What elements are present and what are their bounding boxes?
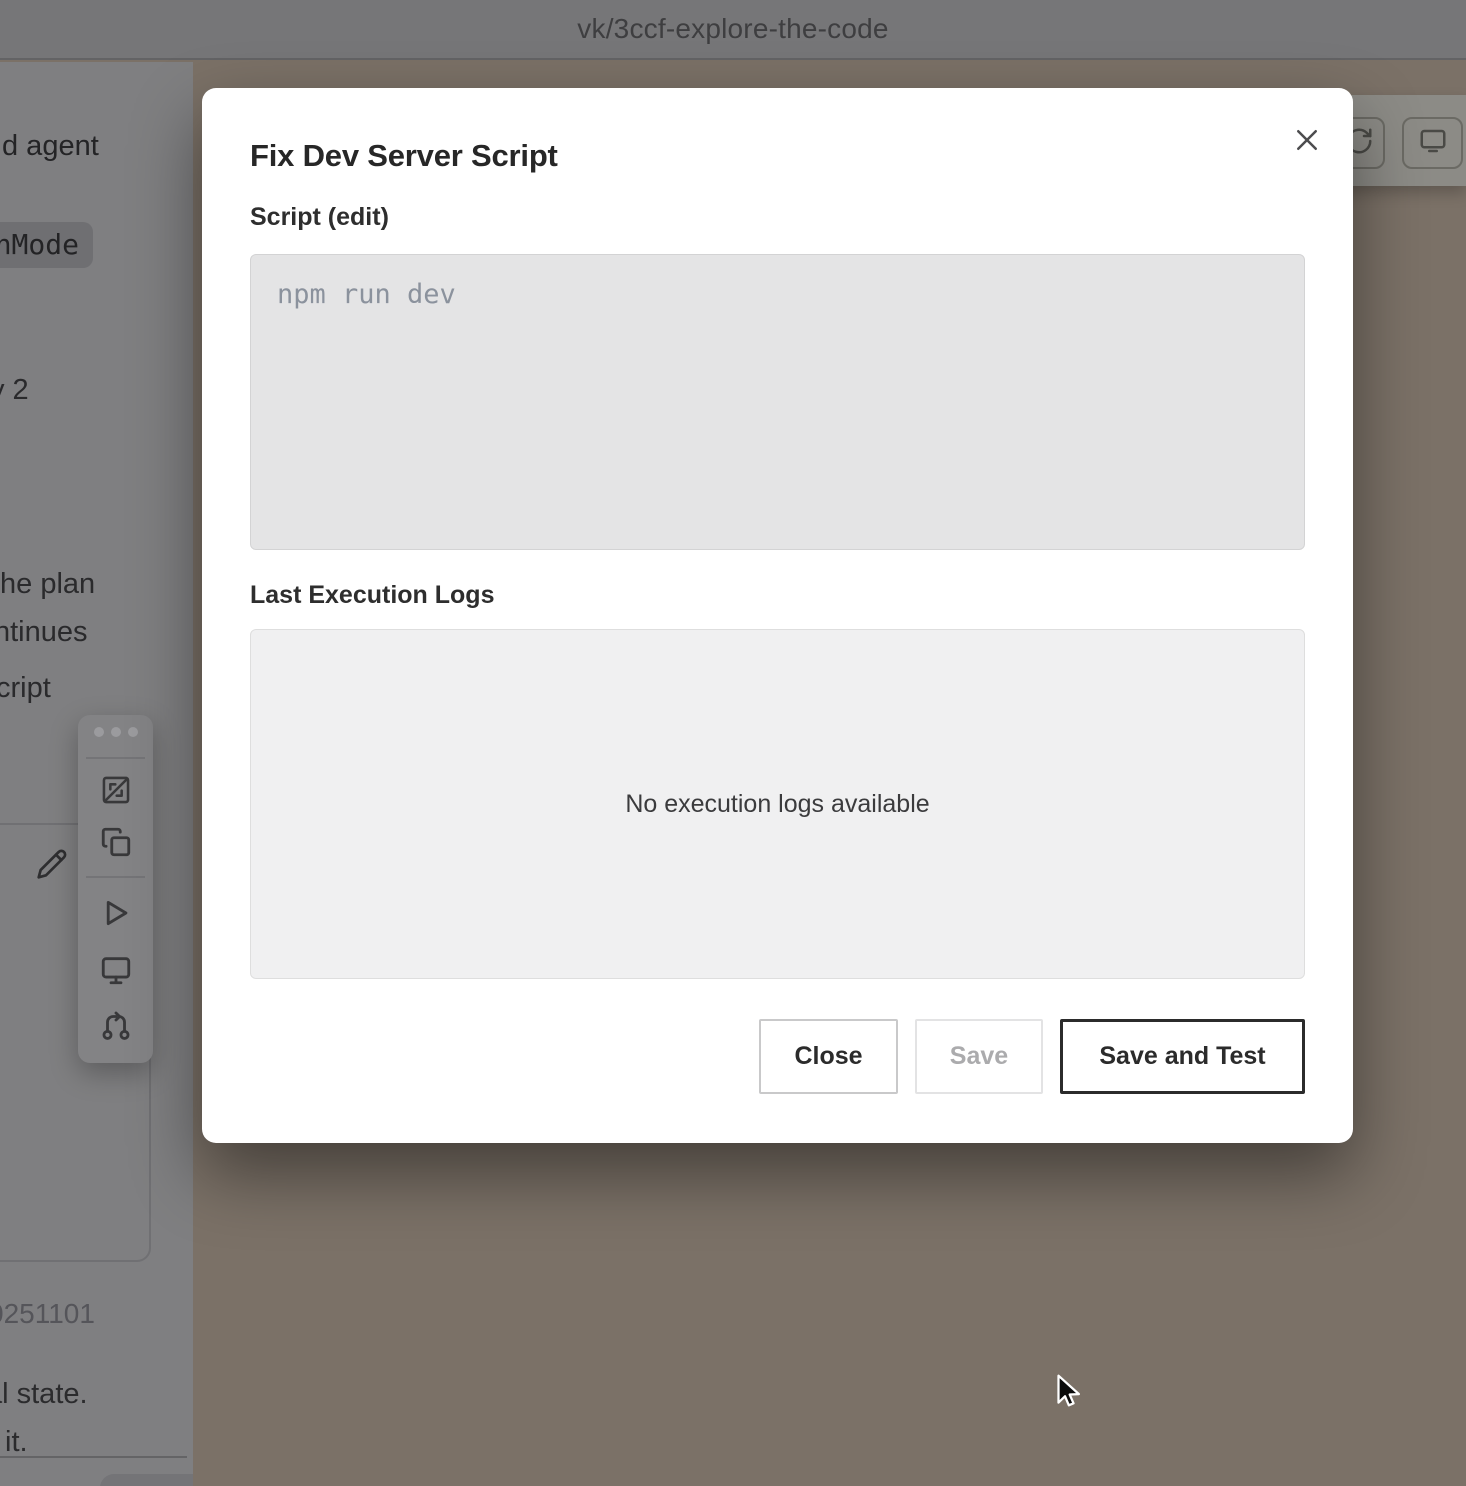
mouse-cursor <box>1050 1372 1084 1417</box>
sidebar-text-fragment: d agent <box>2 130 99 162</box>
drag-handle-dots[interactable] <box>78 727 153 737</box>
sidebar-text-fragment: ntinues <box>0 616 88 648</box>
pencil-icon[interactable] <box>36 848 68 880</box>
window-title: vk/3ccf-explore-the-code <box>577 13 889 44</box>
sidebar-text-fragment: y 2 <box>0 374 29 406</box>
dialog-button-row: Close Save Save and Test <box>250 1019 1305 1094</box>
sidebar-text-fragment: al state. <box>0 1378 88 1410</box>
close-dialog-button[interactable]: Close <box>759 1019 898 1094</box>
close-icon <box>1292 125 1322 158</box>
copy-icon[interactable] <box>99 825 133 859</box>
floating-toolbar <box>78 715 153 1063</box>
dialog-title: Fix Dev Server Script <box>250 138 558 173</box>
slashed-square-icon[interactable] <box>99 773 133 807</box>
sidebar-divider <box>0 1456 187 1458</box>
sidebar-text-fragment: cript <box>0 672 51 704</box>
app-root: { "window": { "title": "vk/3ccf-explore-… <box>0 0 1466 1486</box>
sidebar-text-fragment: 0251101 <box>0 1298 95 1329</box>
route-icon[interactable] <box>99 1008 133 1042</box>
script-textarea[interactable] <box>250 254 1305 550</box>
save-button[interactable]: Save <box>915 1019 1043 1094</box>
sidebar-text-fragment: it. <box>5 1426 28 1458</box>
logs-empty-text: No execution logs available <box>625 789 930 818</box>
save-and-test-button[interactable]: Save and Test <box>1060 1019 1305 1094</box>
window-titlebar: vk/3ccf-explore-the-code <box>0 0 1466 60</box>
dialog-fix-dev-server-script: Fix Dev Server Script Script (edit) Last… <box>202 88 1353 1143</box>
logs-panel: No execution logs available <box>250 629 1305 979</box>
inline-code-chip: nMode <box>0 222 93 268</box>
sidebar-text-fragment: he plan <box>0 568 96 600</box>
logs-label: Last Execution Logs <box>250 581 495 609</box>
monitor-icon[interactable] <box>99 953 133 987</box>
script-label: Script (edit) <box>250 203 389 231</box>
close-button[interactable] <box>1287 121 1327 161</box>
monitor-button[interactable] <box>1402 117 1463 169</box>
toolbar-divider <box>86 757 145 759</box>
play-icon[interactable] <box>99 896 133 930</box>
monitor-icon <box>1418 126 1448 161</box>
toolbar-divider <box>86 876 145 878</box>
sidebar-bottom-chip <box>100 1474 193 1486</box>
